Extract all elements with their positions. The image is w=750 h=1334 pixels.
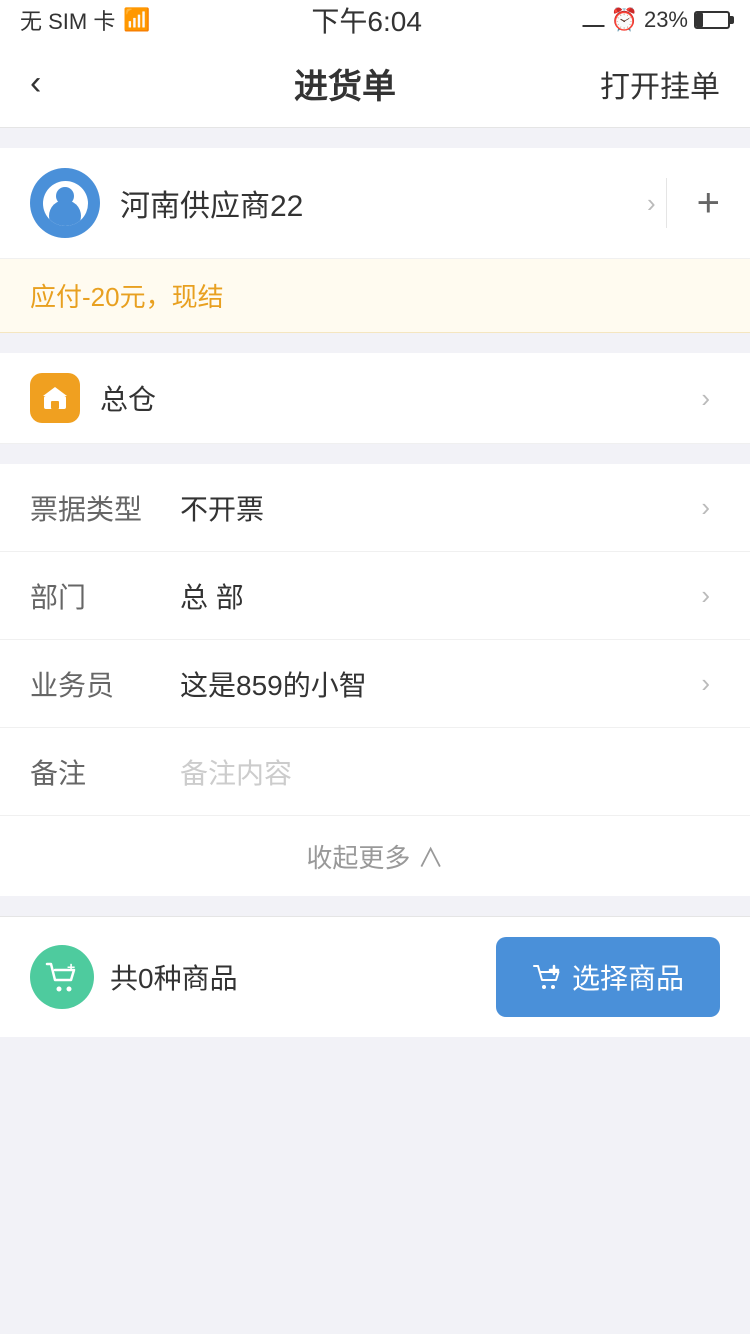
battery-icon bbox=[694, 11, 730, 29]
select-button-label: 选择商品 bbox=[572, 957, 684, 997]
svg-text:+: + bbox=[67, 962, 75, 975]
notice-row: 应付-20元，现结 bbox=[0, 259, 750, 333]
status-time: 下午6:04 bbox=[311, 0, 422, 40]
product-count: 共0种商品 bbox=[110, 957, 238, 997]
remark-value: 备注内容 bbox=[180, 752, 720, 792]
supplier-section: 河南供应商22 › + 应付-20元，现结 bbox=[0, 148, 750, 333]
alarm-icon: ⏰ bbox=[611, 7, 638, 33]
warehouse-name: 总仓 bbox=[100, 378, 701, 418]
status-bar: 无 SIM 卡 📶 下午6:04 ⎼ ⏰ 23% bbox=[0, 0, 750, 40]
section-gap-1 bbox=[0, 128, 750, 148]
supplier-name: 河南供应商22 bbox=[120, 181, 647, 225]
battery-percent: 23% bbox=[644, 7, 688, 33]
warehouse-chevron-icon: › bbox=[701, 383, 710, 414]
add-supplier-button[interactable]: + bbox=[697, 181, 720, 226]
wifi-icon: 📶 bbox=[123, 7, 150, 33]
supplier-divider bbox=[666, 178, 667, 228]
form-section: 票据类型 不开票 › 部门 总 部 › 业务员 这是859的小智 › 备注 备注… bbox=[0, 464, 750, 896]
select-product-button[interactable]: 选择商品 bbox=[496, 937, 720, 1017]
ticket-type-value: 不开票 bbox=[180, 488, 701, 528]
salesman-value: 这是859的小智 bbox=[180, 664, 701, 704]
avatar-inner bbox=[43, 181, 88, 226]
ticket-type-chevron-icon: › bbox=[701, 492, 710, 523]
page-title: 进货单 bbox=[294, 59, 396, 108]
remark-label: 备注 bbox=[30, 752, 180, 792]
section-gap-2 bbox=[0, 333, 750, 353]
section-gap-3 bbox=[0, 444, 750, 464]
department-label: 部门 bbox=[30, 576, 180, 616]
ticket-type-label: 票据类型 bbox=[30, 488, 180, 528]
nav-bar: ‹ 进货单 打开挂单 bbox=[0, 40, 750, 128]
ticket-type-row[interactable]: 票据类型 不开票 › bbox=[0, 464, 750, 552]
open-pending-button[interactable]: 打开挂单 bbox=[600, 62, 720, 106]
status-right: ⎼ ⏰ 23% bbox=[583, 7, 730, 33]
supplier-row[interactable]: 河南供应商22 › + bbox=[0, 148, 750, 259]
bottom-left: + 共0种商品 bbox=[30, 945, 238, 1009]
salesman-label: 业务员 bbox=[30, 664, 180, 704]
sim-status: 无 SIM 卡 bbox=[20, 4, 115, 36]
department-value: 总 部 bbox=[180, 576, 701, 616]
status-left: 无 SIM 卡 📶 bbox=[20, 4, 151, 36]
collapse-button[interactable]: 收起更多 ∧ bbox=[0, 816, 750, 896]
supplier-chevron-icon: › bbox=[647, 188, 656, 219]
back-button[interactable]: ‹ bbox=[30, 64, 90, 103]
salesman-chevron-icon: › bbox=[701, 668, 710, 699]
department-chevron-icon: › bbox=[701, 580, 710, 611]
warehouse-icon bbox=[30, 373, 80, 423]
bottom-bar: + 共0种商品 选择商品 bbox=[0, 916, 750, 1037]
department-row[interactable]: 部门 总 部 › bbox=[0, 552, 750, 640]
cart-icon: + bbox=[30, 945, 94, 1009]
salesman-row[interactable]: 业务员 这是859的小智 › bbox=[0, 640, 750, 728]
warehouse-row[interactable]: 总仓 › bbox=[0, 353, 750, 444]
location-icon: ⎼ bbox=[583, 7, 605, 33]
remark-row[interactable]: 备注 备注内容 bbox=[0, 728, 750, 816]
supplier-avatar bbox=[30, 168, 100, 238]
